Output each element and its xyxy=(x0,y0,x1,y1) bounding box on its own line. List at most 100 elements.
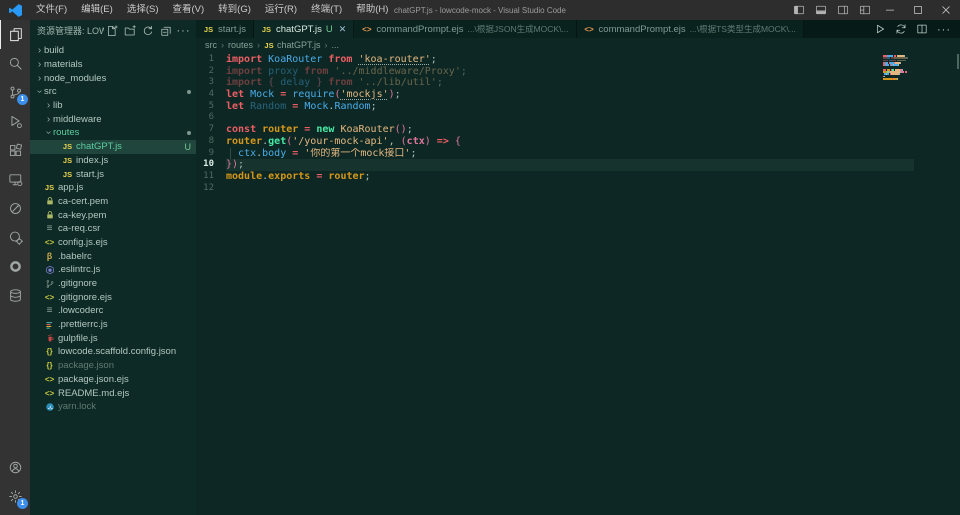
tree-file-README.md.ejs[interactable]: <> README.md.ejs xyxy=(30,386,196,400)
tree-folder-build[interactable]: › build xyxy=(30,44,196,58)
run-code-button[interactable] xyxy=(874,23,886,35)
tree-file-ca-req.csr[interactable]: ≡ ca-req.csr xyxy=(30,222,196,236)
new-file-button[interactable] xyxy=(104,23,119,38)
tool-donut-icon xyxy=(9,261,21,272)
tree-file-config.js.ejs[interactable]: <> config.js.ejs xyxy=(30,236,196,250)
account-activity-button[interactable] xyxy=(0,453,30,482)
tree-folder-lib[interactable]: › lib xyxy=(30,99,196,113)
code-line-4[interactable]: 4 let Mock = require('mockjs'); xyxy=(196,89,960,101)
toggle-panel-button[interactable] xyxy=(810,0,832,20)
tree-file-.gitignore.ejs[interactable]: <> .gitignore.ejs xyxy=(30,290,196,304)
refresh-explorer-button[interactable] xyxy=(140,23,155,38)
search-activity-button[interactable] xyxy=(0,49,30,78)
breadcrumb-item-chatGPT.js[interactable]: JS chatGPT.js xyxy=(264,40,321,50)
line-number: 12 xyxy=(203,182,214,193)
menu-item-4[interactable]: 查看(V) xyxy=(165,0,211,20)
toggle-secondary-sidebar-button[interactable] xyxy=(832,0,854,20)
eslint-file-icon xyxy=(44,264,58,275)
menu-item-3[interactable]: 选择(S) xyxy=(120,0,166,20)
menu-item-6[interactable]: 运行(R) xyxy=(258,0,304,20)
settings-activity-button[interactable]: 1 xyxy=(0,482,30,511)
tab-chatGPT.js[interactable]: JS chatGPT.js U ✕ xyxy=(253,20,355,38)
tab-close-icon[interactable]: ✕ xyxy=(339,24,347,35)
tree-file-package.json.ejs[interactable]: <> package.json.ejs xyxy=(30,373,196,387)
tree-file-.gitignore[interactable]: .gitignore xyxy=(30,277,196,291)
sync-run-button[interactable] xyxy=(895,23,907,35)
remote-explorer-activity-button[interactable] xyxy=(0,165,30,194)
menu-item-1[interactable]: 文件(F) xyxy=(29,0,74,20)
tree-file-package.json[interactable]: {} package.json xyxy=(30,359,196,373)
menu-item-8[interactable]: 帮助(H) xyxy=(349,0,395,20)
tab-start.js[interactable]: JS start.js xyxy=(196,20,254,38)
code-line-7[interactable]: 7 const router = new KoaRouter(); xyxy=(196,124,960,136)
code-line-6[interactable]: 6 xyxy=(196,112,960,124)
views-more-actions-button[interactable]: ··· xyxy=(176,23,191,38)
customize-layout-button[interactable] xyxy=(854,0,876,20)
code-line-11[interactable]: 11 module.exports = router; xyxy=(196,171,960,183)
more-actions-button[interactable]: ··· xyxy=(937,20,951,38)
chevron-right-icon: › xyxy=(46,100,51,112)
code-line-9[interactable]: 9 ctx.body = '你的第一个mock接口'; xyxy=(196,147,960,160)
tab-bar: JS start.js JS chatGPT.js U ✕ <> commandPrompt.… xyxy=(196,20,960,38)
tree-file-ca-cert.pem[interactable]: ca-cert.pem xyxy=(30,195,196,209)
scrollbar[interactable] xyxy=(957,54,959,69)
breadcrumb-item-...[interactable]: ... xyxy=(332,40,340,50)
breadcrumb[interactable]: src › routes › JS chatGPT.js ›... xyxy=(196,38,960,52)
split-editor-button[interactable] xyxy=(916,23,928,35)
list-file-icon: ≡ xyxy=(46,223,53,235)
tree-folder-src[interactable]: › src xyxy=(30,85,196,99)
tree-folder-materials[interactable]: › materials xyxy=(30,58,196,72)
code-line-5[interactable]: 5 let Random = Mock.Random; xyxy=(196,101,960,113)
source-control-activity-button[interactable]: 1 xyxy=(0,78,30,107)
code-line-3[interactable]: 3 import { delay } from '../lib/util'; xyxy=(196,77,960,89)
breadcrumb-item-routes[interactable]: routes xyxy=(228,40,253,50)
toggle-primary-sidebar-button[interactable] xyxy=(788,0,810,20)
tree-file-ca-key.pem[interactable]: ca-key.pem xyxy=(30,208,196,222)
tree-file-app.js[interactable]: JS app.js xyxy=(30,181,196,195)
collapse-folders-button[interactable] xyxy=(158,23,173,38)
tree-file-.prettierrc.js[interactable]: .prettierrc.js xyxy=(30,318,196,332)
git-untracked-badge: U xyxy=(184,141,192,152)
tree-file-index.js[interactable]: JS index.js xyxy=(30,154,196,168)
code-line-2[interactable]: 2 import proxy from '../middleware/Proxy'… xyxy=(196,66,960,78)
tree-file-start.js[interactable]: JS start.js xyxy=(30,167,196,181)
menu-item-7[interactable]: 终端(T) xyxy=(304,0,349,20)
tree-file-chatGPT.js[interactable]: JS chatGPT.js U xyxy=(30,139,196,154)
activity-bar-bottom: 1 xyxy=(0,453,30,515)
js-file-icon: JS xyxy=(62,169,73,179)
tree-file-gulpfile.js[interactable]: gulpfile.js xyxy=(30,331,196,345)
tree-item-label: index.js xyxy=(76,154,109,166)
breadcrumb-item-src[interactable]: src xyxy=(205,40,217,50)
tree-file-yarn.lock[interactable]: yarn.lock xyxy=(30,400,196,414)
extensions-activity-button[interactable] xyxy=(0,136,30,165)
database-activity-button[interactable] xyxy=(0,281,30,310)
tab-commandPrompt.ejs[interactable]: <> commandPrompt.ejs ...\根据TS类型生成MOCK\... xyxy=(576,20,804,38)
tool-circle-slash-activity-button[interactable] xyxy=(0,194,30,223)
code-line-12[interactable]: 12 xyxy=(196,183,960,195)
run-and-debug-activity-button[interactable] xyxy=(0,107,30,136)
tree-file-.babelrc[interactable]: β .babelrc xyxy=(30,249,196,263)
tool-donut-activity-button[interactable] xyxy=(0,252,30,281)
vscode-logo-icon xyxy=(9,3,22,17)
new-folder-button[interactable] xyxy=(122,23,137,38)
tree-file-.eslintrc.js[interactable]: .eslintrc.js xyxy=(30,263,196,277)
code-editor[interactable]: 1 import KoaRouter from 'koa-router'; 2 imp… xyxy=(196,52,960,515)
breadcrumb-label: chatGPT.js xyxy=(277,40,321,50)
minimap-line xyxy=(883,59,923,62)
tree-file-.lowcoderc[interactable]: ≡ .lowcoderc xyxy=(30,304,196,318)
code-line-8[interactable]: 8 router.get('/your-mock-api', (ctx) => { xyxy=(196,136,960,148)
maximize-button[interactable] xyxy=(904,0,932,20)
tree-folder-node-modules[interactable]: › node_modules xyxy=(30,71,196,85)
tab-commandPrompt.ejs[interactable]: <> commandPrompt.ejs ...\根据JSON生成MOCK\... xyxy=(354,20,577,38)
code-line-1[interactable]: 1 import KoaRouter from 'koa-router'; xyxy=(196,54,960,66)
explorer-activity-button[interactable] xyxy=(0,20,30,49)
tool-circle-gear-activity-button[interactable] xyxy=(0,223,30,252)
tree-folder-middleware[interactable]: › middleware xyxy=(30,112,196,126)
tree-file-lowcode.scaffold.config.json[interactable]: {} lowcode.scaffold.config.json xyxy=(30,345,196,359)
minimize-button[interactable] xyxy=(876,0,904,20)
menu-item-5[interactable]: 转到(G) xyxy=(211,0,258,20)
code-line-10[interactable]: 10}); xyxy=(196,159,960,171)
tree-folder-routes[interactable]: › routes xyxy=(30,126,196,140)
menu-item-2[interactable]: 编辑(E) xyxy=(74,0,120,20)
close-button[interactable] xyxy=(932,0,960,20)
